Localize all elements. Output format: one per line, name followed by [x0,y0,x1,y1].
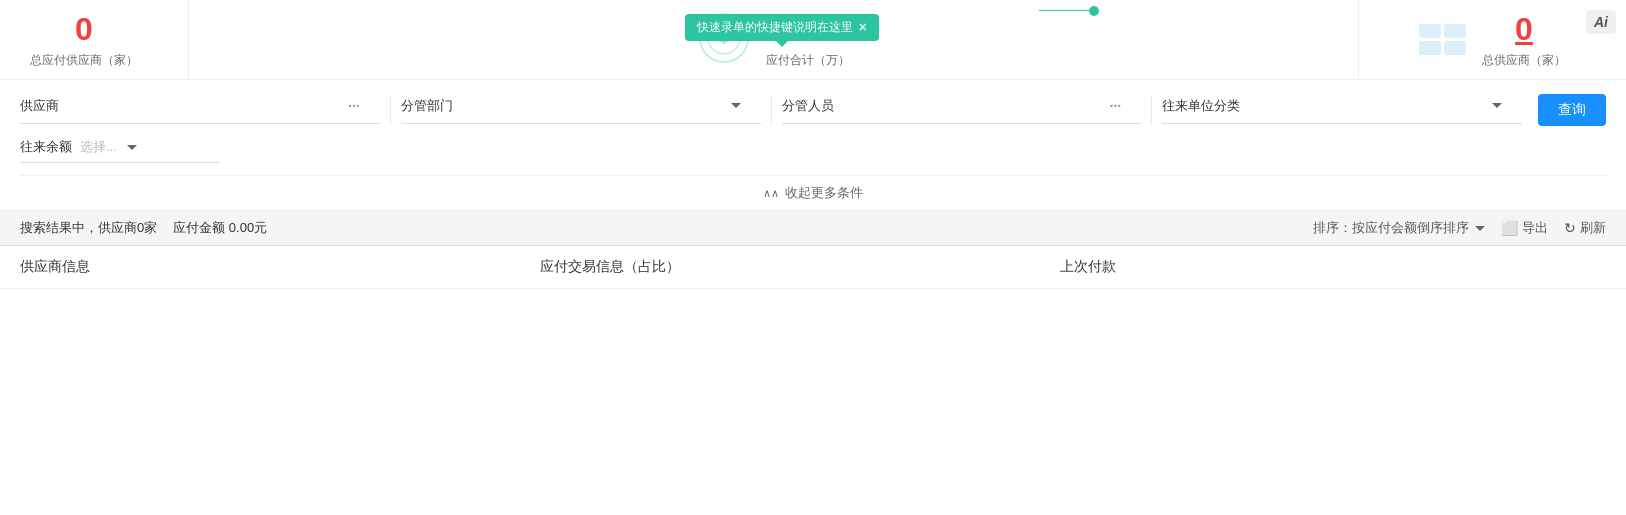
balance-label: 往来余额 [20,138,72,156]
stat-label-suppliers: 总供应商（家） [1482,52,1566,69]
unit-category-arrow[interactable] [1492,103,1502,108]
balance-arrow[interactable] [127,145,137,150]
table-col-last-payment: 上次付款 [1060,258,1606,276]
export-button[interactable]: ⬜ 导出 [1501,219,1548,237]
sort-arrow [1475,226,1485,231]
unit-category-label: 往来单位分类 [1162,97,1240,115]
tooltip-close-btn[interactable]: × [859,19,867,35]
results-actions: 排序：按应付会额倒序排序 ⬜ 导出 ↻ 刷新 [1313,219,1606,237]
unit-category-filter: 往来单位分类 [1162,97,1522,124]
sort-label: 排序：按应付会额倒序排序 [1313,219,1469,237]
supplier-filter: 供应商 ··· [20,97,380,124]
sort-select[interactable]: 排序：按应付会额倒序排序 [1313,219,1485,237]
collapse-bar[interactable]: ∧∧ 收起更多条件 [20,175,1606,210]
results-info-2: 应付金额 0.00元 [173,219,267,237]
stats-bar: 0 总应付供应商（家） ¥ 0.00 应付合计（万） [0,0,1626,80]
stat-payable-suppliers: 0 总应付供应商（家） [0,0,189,79]
divider-1 [390,95,391,125]
department-filter: 分管部门 [401,97,761,124]
stat-label-payable: 总应付供应商（家） [30,52,138,69]
supplier-label: 供应商 [20,97,60,115]
supplier-input[interactable] [68,98,340,113]
table-col-transaction: 应付交易信息（占比） [540,258,1060,276]
person-filter: 分管人员 ··· [782,97,1142,124]
table-body [0,289,1626,489]
stat-number-suppliers: 0 [1515,10,1533,48]
stat-number-payable: 0 [75,10,93,48]
refresh-label: 刷新 [1580,219,1606,237]
results-info-1: 搜索结果中，供应商0家 [20,219,157,237]
query-button[interactable]: 查询 [1538,94,1606,126]
collapse-label: 收起更多条件 [785,184,863,202]
export-label: 导出 [1522,219,1548,237]
balance-placeholder: 选择... [80,138,117,156]
divider-3 [1151,95,1152,125]
filter-row-2: 往来余额 选择... [20,138,1606,163]
filter-row-1: 供应商 ··· 分管部门 分管人员 ··· 往来单位分类 查询 [20,94,1606,126]
person-dots-btn[interactable]: ··· [1110,98,1122,114]
refresh-button[interactable]: ↻ 刷新 [1564,219,1606,237]
supplier-dots-btn[interactable]: ··· [348,98,360,114]
export-icon: ⬜ [1501,220,1518,236]
up-arrow-icon: ∧∧ [763,187,779,200]
table-col-supplier: 供应商信息 [20,258,540,276]
department-input[interactable] [461,98,721,113]
person-input[interactable] [842,98,1102,113]
person-label: 分管人员 [782,97,834,115]
department-arrow[interactable] [731,103,741,108]
stat-label-total: 应付合计（万） [766,52,850,69]
results-bar: 搜索结果中，供应商0家 应付金额 0.00元 排序：按应付会额倒序排序 ⬜ 导出… [0,211,1626,246]
tooltip-text: 快速录单的快捷键说明在这里 [697,19,853,36]
refresh-icon: ↻ [1564,220,1576,236]
table-header: 供应商信息 应付交易信息（占比） 上次付款 [0,246,1626,289]
tooltip-bubble: 快速录单的快捷键说明在这里 × [685,14,879,41]
filter-section: 供应商 ··· 分管部门 分管人员 ··· 往来单位分类 查询 [0,80,1626,211]
ai-button[interactable]: Ai [1586,10,1616,34]
balance-filter: 往来余额 选择... [20,138,220,163]
department-label: 分管部门 [401,97,453,115]
unit-category-input[interactable] [1248,98,1482,113]
divider-2 [771,95,772,125]
results-info: 搜索结果中，供应商0家 应付金额 0.00元 [20,219,267,237]
